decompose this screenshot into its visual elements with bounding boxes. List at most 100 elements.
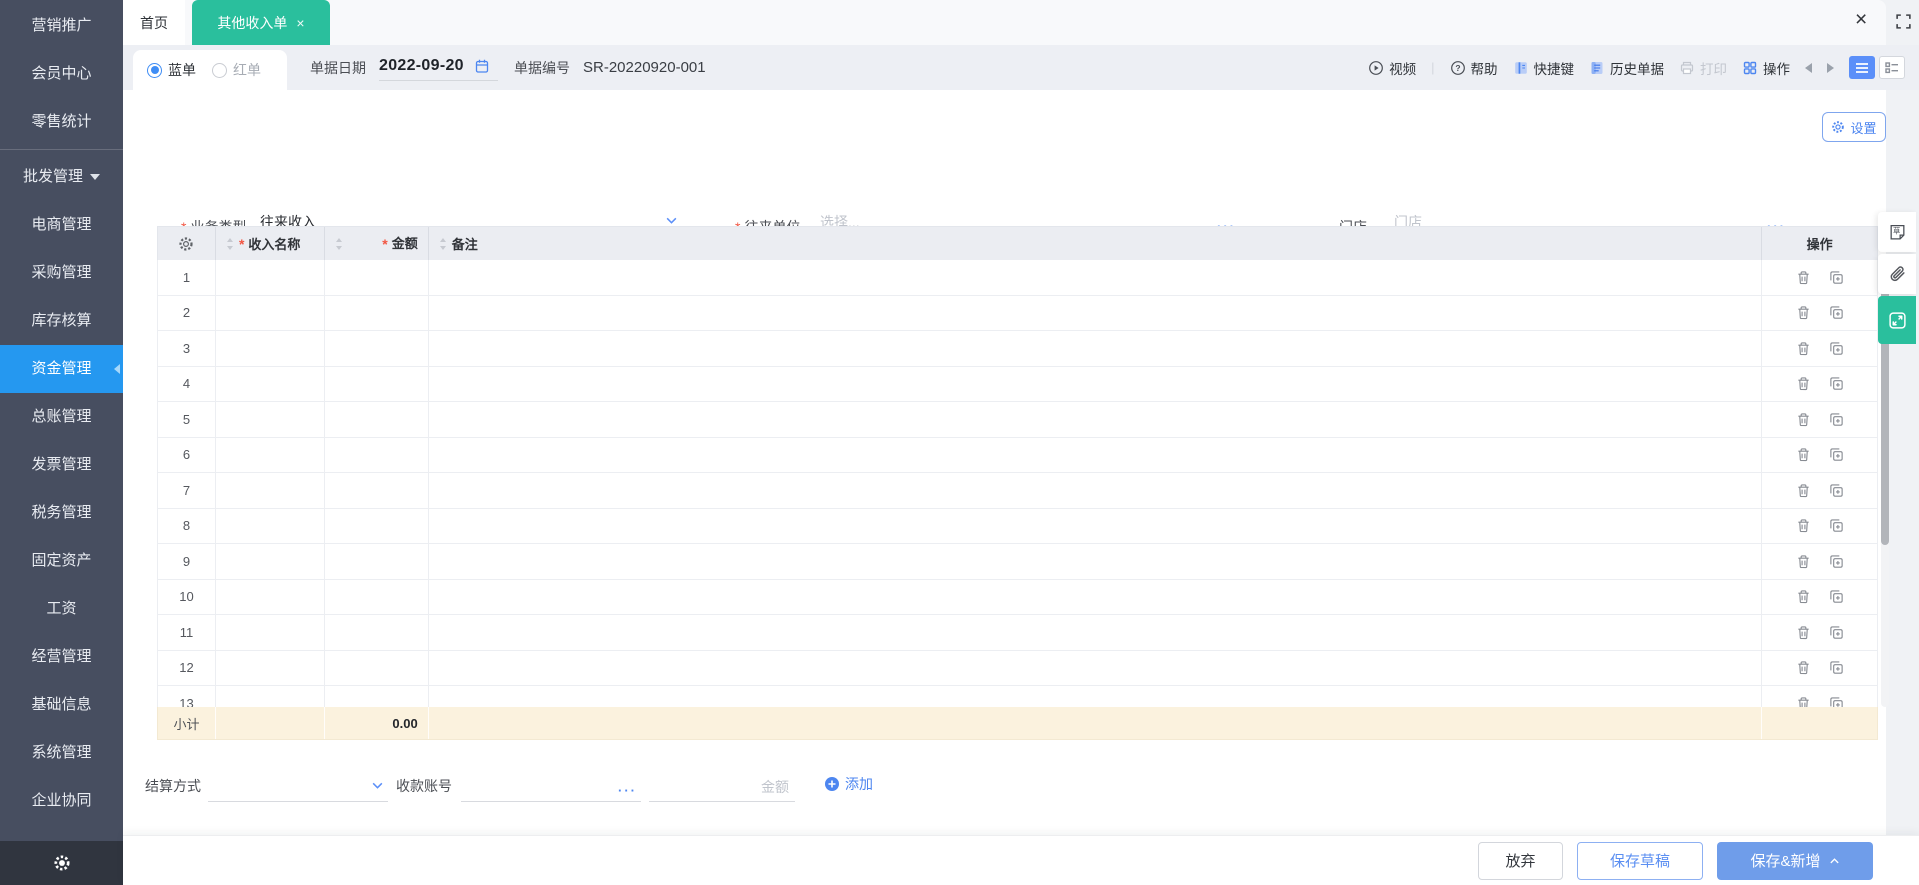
income-name-cell[interactable] [216, 579, 325, 614]
income-name-cell[interactable] [216, 260, 325, 295]
copy-insert-row-icon[interactable] [1829, 376, 1844, 391]
sidebar-item-17[interactable]: 企业协同 [0, 777, 123, 825]
remark-cell[interactable] [429, 686, 1763, 707]
sort-icon[interactable] [335, 237, 343, 250]
red-bill-radio[interactable]: 红单 [212, 60, 261, 80]
income-name-cell[interactable] [216, 508, 325, 543]
account-more-icon[interactable]: ··· [618, 784, 637, 797]
remark-cell[interactable] [429, 437, 1763, 472]
amount-cell[interactable] [325, 650, 429, 685]
income-name-cell[interactable] [216, 544, 325, 579]
copy-insert-row-icon[interactable] [1829, 483, 1844, 498]
copy-insert-row-icon[interactable] [1829, 625, 1844, 640]
help-button[interactable]: ? 帮助 [1450, 58, 1498, 78]
sidebar-item-9[interactable]: 总账管理 [0, 393, 123, 441]
delete-row-icon[interactable] [1796, 554, 1811, 569]
sidebar-item-14[interactable]: 经营管理 [0, 633, 123, 681]
doc-date-input[interactable]: 2022-09-20 [379, 55, 498, 81]
settlement-amount-input[interactable]: 金额 [649, 772, 795, 802]
discard-button[interactable]: 放弃 [1478, 841, 1563, 880]
sidebar-item-1[interactable]: 会员中心 [0, 50, 123, 98]
chevron-down-icon[interactable] [371, 779, 384, 795]
save-draft-button[interactable]: 保存草稿 [1577, 841, 1703, 880]
income-name-cell[interactable] [216, 366, 325, 401]
copy-insert-row-icon[interactable] [1829, 660, 1844, 675]
income-name-cell[interactable] [216, 437, 325, 472]
amount-cell[interactable] [325, 402, 429, 437]
delete-row-icon[interactable] [1796, 305, 1811, 320]
close-icon[interactable]: × [1855, 9, 1867, 30]
amount-cell[interactable] [325, 260, 429, 295]
remark-cell[interactable] [429, 579, 1763, 614]
gear-icon[interactable] [53, 854, 71, 872]
amount-cell[interactable] [325, 437, 429, 472]
copy-insert-row-icon[interactable] [1829, 270, 1844, 285]
sidebar-item-2[interactable]: 零售统计 [0, 98, 123, 146]
amount-header[interactable]: * 金额 [325, 227, 429, 260]
sidebar-item-4[interactable]: 批发管理 [0, 153, 123, 201]
sidebar-item-16[interactable]: 系统管理 [0, 729, 123, 777]
income-name-cell[interactable] [216, 295, 325, 330]
remark-cell[interactable] [429, 473, 1763, 508]
actions-button[interactable]: 操作 [1742, 58, 1790, 78]
sidebar-item-10[interactable]: 发票管理 [0, 441, 123, 489]
income-name-cell[interactable] [216, 686, 325, 707]
add-settlement-button[interactable]: 添加 [824, 774, 873, 794]
amount-cell[interactable] [325, 508, 429, 543]
remark-header[interactable]: 备注 [429, 227, 1763, 260]
settings-button[interactable]: 设置 [1822, 112, 1886, 142]
print-button[interactable]: 打印 [1679, 58, 1727, 78]
close-tab-icon[interactable]: × [296, 16, 304, 30]
sidebar-item-6[interactable]: 采购管理 [0, 249, 123, 297]
fullscreen-icon[interactable] [1895, 13, 1912, 35]
delete-row-icon[interactable] [1796, 589, 1811, 604]
delete-row-icon[interactable] [1796, 376, 1811, 391]
remark-cell[interactable] [429, 650, 1763, 685]
settlement-method-select[interactable] [208, 772, 388, 802]
sidebar-item-12[interactable]: 固定资产 [0, 537, 123, 585]
copy-insert-row-icon[interactable] [1829, 305, 1844, 320]
next-doc-icon[interactable] [1827, 62, 1834, 73]
remark-cell[interactable] [429, 615, 1763, 650]
amount-cell[interactable] [325, 615, 429, 650]
sidebar-item-0[interactable]: 营销推广 [0, 2, 123, 50]
video-button[interactable]: 视频 [1368, 58, 1416, 78]
sidebar-item-15[interactable]: 基础信息 [0, 681, 123, 729]
gear-icon[interactable] [178, 236, 194, 252]
copy-insert-row-icon[interactable] [1829, 589, 1844, 604]
amount-cell[interactable] [325, 544, 429, 579]
sidebar-item-13[interactable]: 工资 [0, 585, 123, 633]
delete-row-icon[interactable] [1796, 483, 1811, 498]
income-name-cell[interactable] [216, 615, 325, 650]
income-name-cell[interactable] [216, 650, 325, 685]
sidebar-item-8[interactable]: 资金管理 [0, 345, 123, 393]
draft-list-button[interactable]: 草 [1878, 212, 1916, 252]
amount-cell[interactable] [325, 686, 429, 707]
delete-row-icon[interactable] [1796, 270, 1811, 285]
delete-row-icon[interactable] [1796, 625, 1811, 640]
history-docs-button[interactable]: 历史单据 [1589, 58, 1664, 78]
receiving-account-select[interactable]: ··· [461, 772, 641, 802]
remark-cell[interactable] [429, 402, 1763, 437]
copy-insert-row-icon[interactable] [1829, 554, 1844, 569]
save-and-new-button[interactable]: 保存&新增 [1717, 841, 1873, 880]
blue-bill-radio[interactable]: 蓝单 [147, 60, 196, 80]
copy-insert-row-icon[interactable] [1829, 341, 1844, 356]
copy-insert-row-icon[interactable] [1829, 518, 1844, 533]
expand-panel-button[interactable] [1878, 296, 1916, 344]
amount-cell[interactable] [325, 295, 429, 330]
sort-icon[interactable] [439, 237, 447, 250]
copy-insert-row-icon[interactable] [1829, 447, 1844, 462]
calendar-icon[interactable] [474, 58, 490, 74]
tab-other-income[interactable]: 其他收入单 × [192, 0, 330, 45]
remark-cell[interactable] [429, 260, 1763, 295]
amount-cell[interactable] [325, 331, 429, 366]
remark-cell[interactable] [429, 366, 1763, 401]
amount-cell[interactable] [325, 366, 429, 401]
sort-icon[interactable] [226, 237, 234, 250]
detail-view-toggle[interactable] [1879, 56, 1905, 79]
delete-row-icon[interactable] [1796, 696, 1811, 707]
delete-row-icon[interactable] [1796, 341, 1811, 356]
attachment-button[interactable] [1878, 254, 1916, 294]
sidebar-item-5[interactable]: 电商管理 [0, 201, 123, 249]
